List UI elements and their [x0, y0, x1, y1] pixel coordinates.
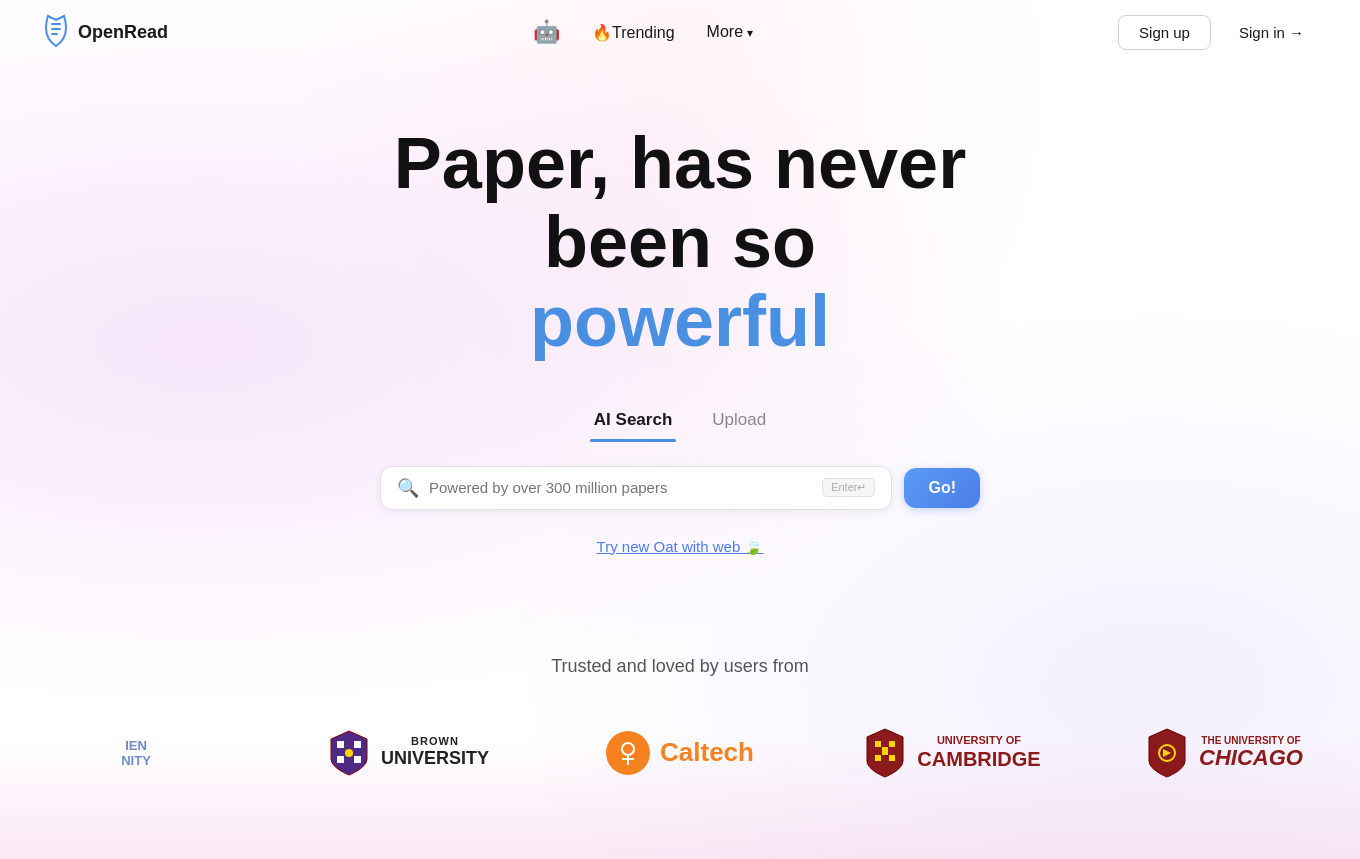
search-icon: 🔍: [397, 477, 419, 499]
chevron-down-icon: ▾: [747, 26, 753, 40]
search-box: 🔍 Enter↵: [380, 466, 892, 510]
logo-icon: [40, 14, 72, 50]
navbar: OpenRead 🤖 🔥Trending More ▾ Sign up Sign…: [0, 0, 1360, 64]
robot-icon: 🤖: [533, 19, 560, 45]
hero-line2: been so: [544, 202, 816, 282]
cambridge-logo: UNIVERSITY OF CAMBRIDGE: [816, 717, 1088, 789]
brown-logo: BROWN UNIVERSITY: [272, 719, 544, 787]
brown-shield-icon: [327, 729, 371, 777]
brown-text: BROWN UNIVERSITY: [381, 735, 489, 770]
caltech-text: Caltech: [660, 737, 754, 768]
hero-line1: Paper, has never: [394, 123, 966, 203]
nav-right: Sign up Sign in →: [1118, 15, 1320, 50]
enter-badge: Enter↵: [822, 478, 875, 497]
tab-upload[interactable]: Upload: [708, 402, 770, 442]
signup-button[interactable]: Sign up: [1118, 15, 1211, 50]
svg-point-4: [345, 749, 353, 757]
chicago-shield-icon: [1145, 727, 1189, 779]
trusted-title: Trusted and loved by users from: [0, 656, 1360, 677]
logo-link[interactable]: OpenRead: [40, 14, 168, 50]
go-button[interactable]: Go!: [904, 468, 980, 508]
more-label: More: [707, 23, 743, 41]
svg-rect-8: [875, 741, 881, 747]
svg-rect-0: [337, 741, 344, 748]
svg-rect-3: [354, 756, 361, 763]
search-container: 🔍 Enter↵ Go!: [380, 466, 980, 510]
trusted-section: Trusted and loved by users from IEN NITY: [0, 656, 1360, 789]
mit-logo: IEN NITY: [0, 728, 272, 778]
caltech-logo: Caltech: [544, 721, 816, 785]
try-new-link[interactable]: Try new Oat with web 🍃: [597, 538, 764, 556]
signin-button[interactable]: Sign in →: [1223, 16, 1320, 49]
svg-rect-9: [889, 741, 895, 747]
tab-ai-search[interactable]: AI Search: [590, 402, 676, 442]
svg-rect-11: [889, 755, 895, 761]
mit-text: IEN NITY: [121, 738, 151, 768]
logo-text: OpenRead: [78, 22, 168, 43]
cambridge-text: UNIVERSITY OF CAMBRIDGE: [917, 734, 1040, 771]
search-input[interactable]: [429, 479, 812, 496]
nav-left: OpenRead: [40, 14, 168, 50]
svg-rect-10: [875, 755, 881, 761]
nav-center: 🤖 🔥Trending More ▾: [533, 19, 753, 45]
trending-label: 🔥Trending: [592, 23, 675, 42]
svg-point-5: [622, 743, 634, 755]
caltech-icon: [606, 731, 650, 775]
logos-container: IEN NITY BROWN UNIVERSITY: [0, 717, 1360, 789]
chicago-logo: THE UNIVERSITY OF CHICAGO: [1088, 717, 1360, 789]
main-content: Paper, has never been so powerful AI Sea…: [0, 64, 1360, 556]
search-tabs: AI Search Upload: [590, 402, 770, 442]
svg-rect-1: [354, 741, 361, 748]
hero-line3: powerful: [530, 281, 830, 361]
hero-title: Paper, has never been so powerful: [394, 124, 966, 362]
cambridge-shield-icon: [863, 727, 907, 779]
more-dropdown[interactable]: More ▾: [707, 23, 753, 41]
chicago-text: THE UNIVERSITY OF CHICAGO: [1199, 735, 1303, 770]
trending-link[interactable]: 🔥Trending: [592, 23, 675, 42]
svg-rect-2: [337, 756, 344, 763]
